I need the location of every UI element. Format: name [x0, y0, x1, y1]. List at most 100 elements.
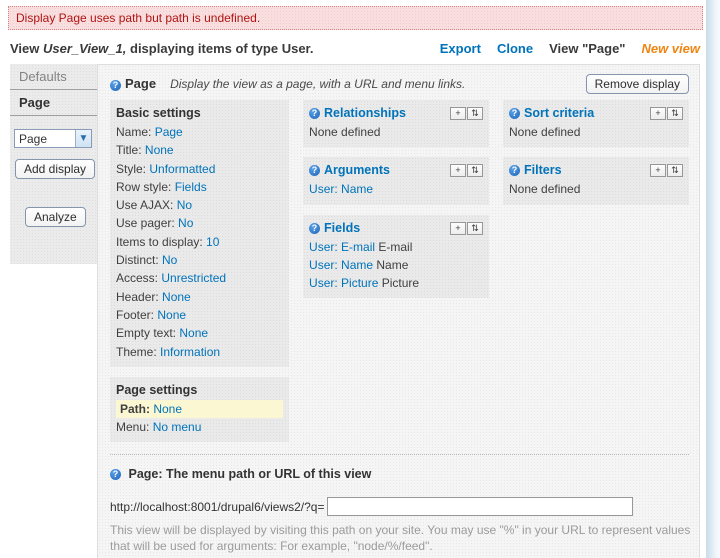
setting-value-link[interactable]: Fields	[175, 180, 207, 194]
section-item-label: E-mail	[375, 239, 413, 254]
display-settings-panel: ? Page Display the view as a page, with …	[97, 64, 700, 558]
basic-settings-title: Basic settings	[116, 106, 201, 120]
setting-value-link[interactable]: None	[153, 402, 182, 416]
section-item-link[interactable]: User: Name	[309, 182, 373, 196]
page-settings-box: Page settings Path: None Menu: No menu	[110, 376, 290, 443]
setting-label: Title:	[116, 143, 145, 158]
section-title-link[interactable]: Fields	[324, 219, 360, 238]
rearrange-icon-button[interactable]: ⇅	[467, 107, 484, 120]
section-item-label: Picture	[378, 276, 420, 291]
section-title-link[interactable]: Filters	[524, 161, 562, 180]
section-title-link[interactable]: Sort criteria	[524, 104, 594, 123]
section-header: ? Relationships + ⇅	[309, 104, 484, 123]
help-icon[interactable]: ?	[309, 108, 321, 119]
setting-row: Distinct: No	[116, 251, 283, 269]
help-icon[interactable]: ?	[110, 80, 121, 91]
rearrange-icon-button[interactable]: ⇅	[467, 221, 484, 235]
setting-value-link[interactable]: None	[162, 290, 191, 304]
setting-value-link[interactable]: Unformatted	[149, 162, 215, 176]
setting-value-link[interactable]: No	[178, 216, 193, 230]
page-edge-gradient	[706, 0, 720, 558]
help-icon[interactable]: ?	[110, 469, 121, 481]
section-title-link[interactable]: Relationships	[324, 104, 406, 123]
section-header: ? Arguments + ⇅	[309, 161, 484, 180]
sidebar-tab-page[interactable]: Page	[10, 90, 97, 116]
view-title-suffix: displaying items of type User.	[130, 41, 314, 56]
page-settings-rows: Path: None Menu: No menu	[116, 399, 284, 437]
new-view-link[interactable]: New view	[641, 41, 700, 56]
clone-link[interactable]: Clone	[497, 41, 533, 56]
section-item: None defined	[509, 123, 683, 141]
add-icon-button[interactable]: +	[650, 107, 666, 120]
setting-value-link[interactable]: None	[179, 326, 208, 340]
section-buttons: + ⇅	[450, 107, 484, 120]
setting-value-link[interactable]: Information	[160, 345, 220, 359]
section-buttons: + ⇅	[450, 164, 484, 178]
section-item-link[interactable]: User: Picture	[309, 276, 378, 290]
section-item-link[interactable]: User: Name	[309, 258, 373, 272]
setting-label: Distinct:	[116, 253, 163, 268]
setting-row: Empty text: None	[116, 324, 283, 342]
setting-value-link[interactable]: Page	[155, 125, 183, 139]
url-prefix-label: http://localhost:8001/drupal6/views2/?q=	[110, 499, 325, 514]
section-item: User: Name	[309, 180, 483, 198]
help-icon[interactable]: ?	[509, 165, 521, 177]
views-ui-page: Display Page uses path but path is undef…	[0, 6, 706, 558]
export-link[interactable]: Export	[440, 41, 481, 56]
section-header: ? Fields + ⇅	[309, 219, 484, 238]
add-icon-button[interactable]: +	[450, 221, 467, 235]
setting-row: Title: None	[116, 141, 283, 159]
view-page-link[interactable]: View "Page"	[549, 41, 625, 56]
filters-box: ? Filters + ⇅ None defined	[503, 157, 689, 205]
view-name: User_View_1,	[43, 41, 127, 56]
setting-row: Access: Unrestricted	[116, 269, 283, 287]
setting-label: Name:	[116, 125, 155, 139]
setting-value-link[interactable]: None	[145, 143, 174, 157]
setting-label: Access:	[116, 271, 162, 286]
setting-label: Path:	[120, 401, 154, 416]
view-title-prefix: View	[10, 41, 40, 56]
section-buttons: + ⇅	[650, 164, 683, 178]
add-icon-button[interactable]: +	[450, 164, 467, 178]
rearrange-icon-button[interactable]: ⇅	[667, 107, 683, 120]
rearrange-icon-button[interactable]: ⇅	[667, 164, 683, 178]
section-item-link[interactable]: User: E-mail	[309, 240, 375, 254]
add-icon-button[interactable]: +	[450, 107, 467, 120]
setting-label: Use AJAX:	[116, 198, 177, 213]
help-icon[interactable]: ?	[309, 165, 321, 177]
setting-label: Header:	[116, 289, 163, 304]
setting-value-link[interactable]: None	[157, 308, 186, 322]
setting-label: Footer:	[116, 307, 158, 322]
setting-row: Style: Unformatted	[116, 160, 283, 178]
remove-display-button[interactable]: Remove display	[585, 74, 689, 94]
setting-value-link[interactable]: No	[177, 198, 192, 212]
error-message: Display Page uses path but path is undef…	[8, 6, 703, 30]
setting-value-link[interactable]: No	[162, 253, 177, 267]
path-help-text: This view will be displayed by visiting …	[110, 523, 691, 553]
section-empty-text: None defined	[509, 182, 581, 197]
chevron-down-icon: ▼	[75, 130, 91, 147]
sort-criteria-box: ? Sort criteria + ⇅ None defined	[503, 100, 689, 148]
section-title-link[interactable]: Arguments	[324, 161, 390, 180]
rearrange-icon-button[interactable]: ⇅	[467, 164, 484, 178]
config-heading-text: Page: The menu path or URL of this view	[128, 467, 372, 482]
error-message-text: Display Page uses path but path is undef…	[16, 11, 261, 25]
setting-label: Empty text:	[116, 326, 180, 341]
setting-value-link[interactable]: No menu	[153, 420, 202, 434]
basic-settings-rows: Name: Page Title: None Style: Unformatted R…	[116, 123, 283, 361]
section-header: ? Filters + ⇅	[509, 161, 683, 180]
settings-columns: Basic settings Name: Page Title: None Styl…	[98, 100, 699, 452]
help-icon[interactable]: ?	[309, 222, 321, 234]
display-select[interactable]: Page ▼	[14, 129, 92, 148]
setting-value-link[interactable]: Unrestricted	[161, 271, 226, 285]
display-select-value: Page	[19, 131, 48, 146]
config-heading: ? Page: The menu path or URL of this vie…	[110, 467, 689, 481]
sidebar-tab-defaults[interactable]: Defaults	[10, 64, 97, 90]
setting-value-link[interactable]: 10	[206, 235, 219, 249]
help-icon[interactable]: ?	[509, 108, 521, 119]
analyze-button[interactable]: Analyze	[25, 207, 86, 227]
path-input[interactable]	[327, 497, 634, 517]
add-icon-button[interactable]: +	[650, 164, 666, 178]
add-display-button[interactable]: Add display	[15, 159, 96, 179]
right-settings-column: ? Sort criteria + ⇅ None defined ? Filters + ⇅ N…	[503, 100, 689, 215]
